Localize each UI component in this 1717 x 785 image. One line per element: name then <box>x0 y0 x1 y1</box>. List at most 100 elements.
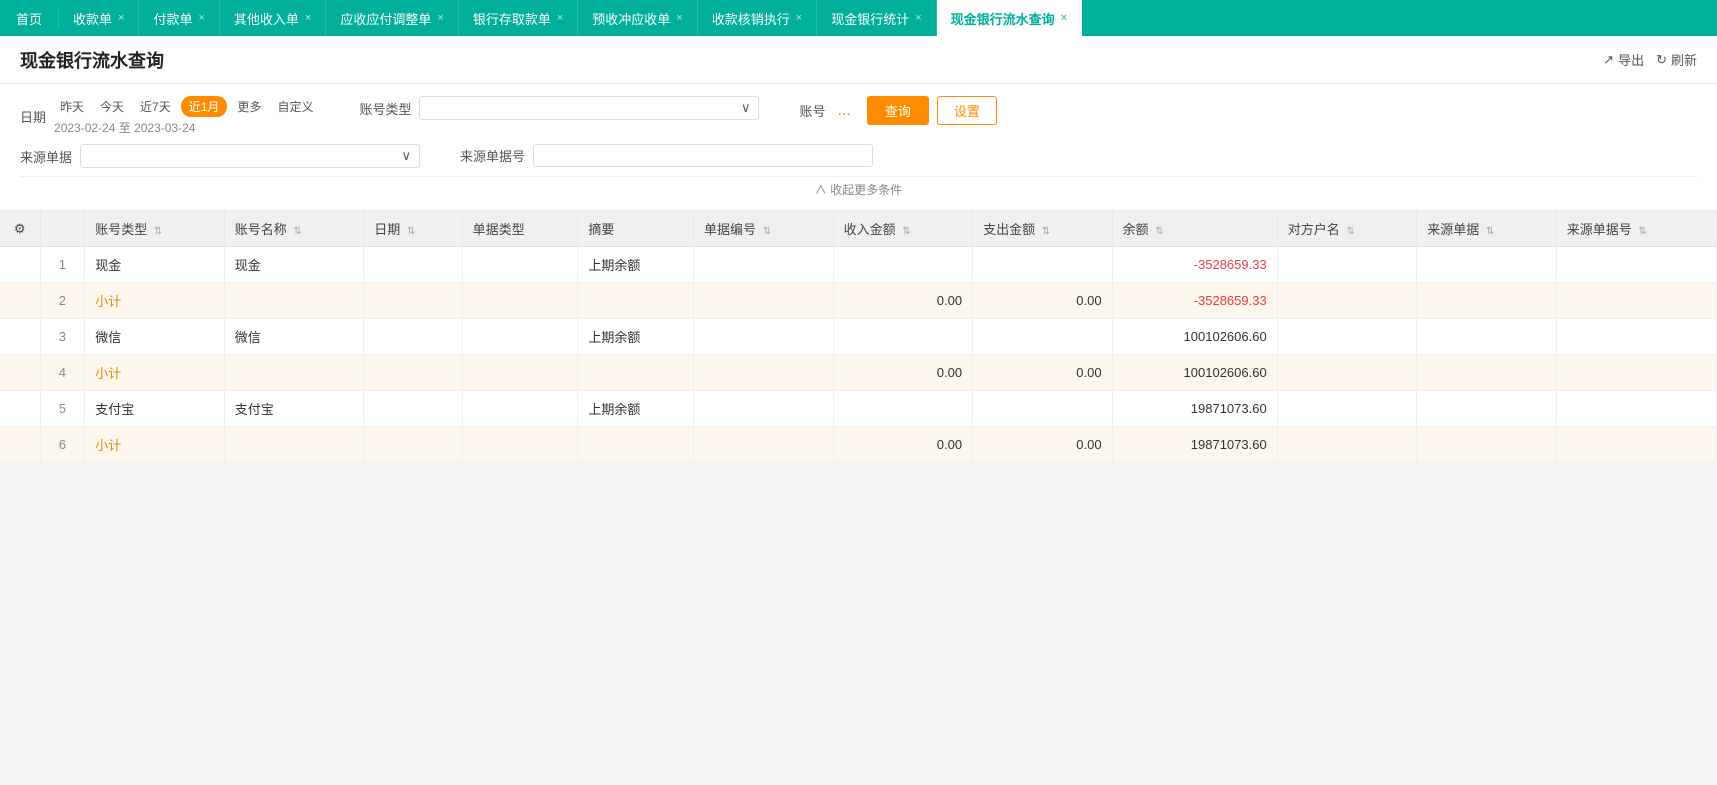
account-label: 账号 <box>799 101 825 120</box>
source-doc-no-input[interactable] <box>533 144 873 167</box>
cell-0-7 <box>694 247 834 283</box>
cell-4-9 <box>973 391 1113 427</box>
table-row: 3微信微信上期余额100102606.60 <box>0 319 1717 355</box>
cell-4-13 <box>1556 391 1716 427</box>
cell-2-8 <box>833 319 973 355</box>
cell-1-2: 小计 <box>85 283 225 319</box>
cell-4-4 <box>364 391 462 427</box>
nav-tab-3[interactable]: 应收应付调整单× <box>326 0 458 36</box>
th-source-doc[interactable]: 来源单据 ⇅ <box>1417 211 1557 247</box>
date-1month[interactable]: 近1月 <box>181 96 228 117</box>
tab-close-icon-5[interactable]: × <box>676 12 682 24</box>
table-container: ⚙ 账号类型 ⇅ 账号名称 ⇅ 日期 ⇅ 单据类型 摘要 单据编号 ⇅ 收入金额… <box>0 211 1717 463</box>
th-counterpart[interactable]: 对方户名 ⇅ <box>1277 211 1417 247</box>
date-yesterday[interactable]: 昨天 <box>54 96 90 117</box>
th-balance[interactable]: 余额 ⇅ <box>1112 211 1277 247</box>
cell-2-2: 微信 <box>85 319 225 355</box>
query-button[interactable]: 查询 <box>867 96 929 125</box>
cell-4-12 <box>1417 391 1557 427</box>
nav-tab-0[interactable]: 收款单× <box>59 0 139 36</box>
export-button[interactable]: ↗ 导出 <box>1603 50 1644 69</box>
cell-3-8: 0.00 <box>833 355 973 391</box>
tab-close-icon-4[interactable]: × <box>557 12 563 24</box>
cell-3-0 <box>0 355 40 391</box>
account-type-select[interactable]: ∨ <box>419 96 759 120</box>
tab-close-icon-2[interactable]: × <box>305 12 311 24</box>
table-row: 4小计0.000.00100102606.60 <box>0 355 1717 391</box>
tab-close-icon-3[interactable]: × <box>437 12 443 24</box>
collapse-bar[interactable]: ∧ 收起更多条件 <box>20 176 1697 202</box>
nav-tab-5[interactable]: 预收冲应收单× <box>578 0 697 36</box>
table-row: 6小计0.000.0019871073.60 <box>0 427 1717 463</box>
cell-5-4 <box>364 427 462 463</box>
cell-3-11 <box>1277 355 1417 391</box>
data-table: ⚙ 账号类型 ⇅ 账号名称 ⇅ 日期 ⇅ 单据类型 摘要 单据编号 ⇅ 收入金额… <box>0 211 1717 463</box>
source-doc-filter-group: 来源单据 ∨ <box>20 144 420 168</box>
source-doc-chevron-icon: ∨ <box>402 148 412 164</box>
th-income[interactable]: 收入金额 ⇅ <box>833 211 973 247</box>
date-today[interactable]: 今天 <box>94 96 130 117</box>
th-doc-no[interactable]: 单据编号 ⇅ <box>694 211 834 247</box>
cell-2-13 <box>1556 319 1716 355</box>
cell-2-9 <box>973 319 1113 355</box>
cell-3-3 <box>224 355 364 391</box>
tab-close-icon-6[interactable]: × <box>796 12 802 24</box>
cell-1-6 <box>578 283 694 319</box>
settings-button[interactable]: 设置 <box>937 96 997 125</box>
date-filter-group: 日期 昨天 今天 近7天 近1月 更多 自定义 2023-02-24 至 202… <box>20 96 319 136</box>
cell-0-5 <box>462 247 578 283</box>
cell-1-1: 2 <box>40 283 85 319</box>
refresh-icon: ↻ <box>1656 52 1667 68</box>
cell-0-10: -3528659.33 <box>1112 247 1277 283</box>
cell-4-2: 支付宝 <box>85 391 225 427</box>
cell-0-0 <box>0 247 40 283</box>
cell-4-5 <box>462 391 578 427</box>
account-dots-button[interactable]: ... <box>837 102 850 120</box>
cell-1-5 <box>462 283 578 319</box>
cell-5-5 <box>462 427 578 463</box>
cell-5-1: 6 <box>40 427 85 463</box>
th-date[interactable]: 日期 ⇅ <box>364 211 462 247</box>
cell-4-1: 5 <box>40 391 85 427</box>
date-custom[interactable]: 自定义 <box>271 96 319 117</box>
tab-close-icon-0[interactable]: × <box>118 12 124 24</box>
th-settings[interactable]: ⚙ <box>0 211 40 247</box>
source-doc-no-filter-group: 来源单据号 <box>460 144 873 167</box>
nav-tab-6[interactable]: 收款核销执行× <box>698 0 817 36</box>
cell-1-10: -3528659.33 <box>1112 283 1277 319</box>
cell-5-12 <box>1417 427 1557 463</box>
table-header: ⚙ 账号类型 ⇅ 账号名称 ⇅ 日期 ⇅ 单据类型 摘要 单据编号 ⇅ 收入金额… <box>0 211 1717 247</box>
refresh-button[interactable]: ↻ 刷新 <box>1656 50 1697 69</box>
cell-4-3: 支付宝 <box>224 391 364 427</box>
th-expense[interactable]: 支出金额 ⇅ <box>973 211 1113 247</box>
nav-home[interactable]: 首页 <box>0 9 59 28</box>
cell-2-12 <box>1417 319 1557 355</box>
tab-close-icon-1[interactable]: × <box>198 12 204 24</box>
date-7days[interactable]: 近7天 <box>134 96 177 117</box>
cell-1-3 <box>224 283 364 319</box>
cell-0-2: 现金 <box>85 247 225 283</box>
top-navigation: 首页 收款单×付款单×其他收入单×应收应付调整单×银行存取款单×预收冲应收单×收… <box>0 0 1717 36</box>
nav-tab-7[interactable]: 现金银行统计× <box>817 0 936 36</box>
nav-tab-8[interactable]: 现金银行流水查询× <box>937 0 1082 36</box>
source-doc-select[interactable]: ∨ <box>80 144 420 168</box>
cell-0-13 <box>1556 247 1716 283</box>
cell-5-2: 小计 <box>85 427 225 463</box>
cell-0-8 <box>833 247 973 283</box>
th-account-type[interactable]: 账号类型 ⇅ <box>85 211 225 247</box>
cell-2-11 <box>1277 319 1417 355</box>
th-source-doc-no[interactable]: 来源单据号 ⇅ <box>1556 211 1716 247</box>
tab-close-icon-7[interactable]: × <box>915 12 921 24</box>
page-title: 现金银行流水查询 <box>20 47 164 73</box>
cell-3-4 <box>364 355 462 391</box>
nav-tab-1[interactable]: 付款单× <box>139 0 219 36</box>
date-more[interactable]: 更多 <box>231 96 267 117</box>
nav-tab-2[interactable]: 其他收入单× <box>220 0 326 36</box>
nav-tab-4[interactable]: 银行存取款单× <box>459 0 578 36</box>
cell-4-11 <box>1277 391 1417 427</box>
tab-close-icon-8[interactable]: × <box>1061 12 1067 24</box>
page-header: 现金银行流水查询 ↗ 导出 ↻ 刷新 <box>0 36 1717 84</box>
cell-3-1: 4 <box>40 355 85 391</box>
cell-0-6: 上期余额 <box>578 247 694 283</box>
th-account-name[interactable]: 账号名称 ⇅ <box>224 211 364 247</box>
